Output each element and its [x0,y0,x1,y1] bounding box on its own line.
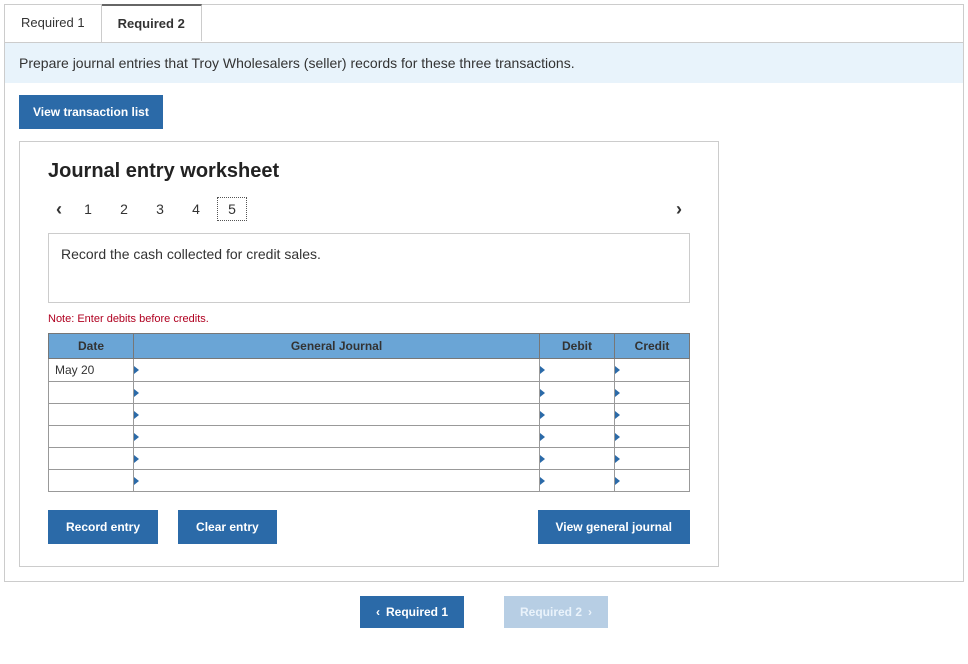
date-cell[interactable] [49,426,134,448]
tab-required-2[interactable]: Required 2 [102,4,202,41]
col-date: Date [49,334,134,359]
dropdown-icon [615,411,620,419]
credit-cell[interactable] [615,359,690,382]
journal-cell[interactable] [134,382,540,404]
credit-cell[interactable] [615,426,690,448]
dropdown-icon [540,366,545,374]
dropdown-icon [615,455,620,463]
journal-table: Date General Journal Debit Credit May 20 [48,333,690,492]
journal-cell[interactable] [134,359,540,382]
table-row [49,426,690,448]
journal-cell[interactable] [134,426,540,448]
date-cell[interactable] [49,470,134,492]
table-row [49,470,690,492]
dropdown-icon [134,433,139,441]
table-row: May 20 [49,359,690,382]
debit-cell[interactable] [540,382,615,404]
debit-cell[interactable] [540,470,615,492]
journal-cell[interactable] [134,404,540,426]
date-cell[interactable]: May 20 [49,359,134,382]
debit-cell[interactable] [540,448,615,470]
chevron-right-icon: › [588,605,592,619]
view-general-journal-button[interactable]: View general journal [538,510,690,544]
dropdown-icon [540,455,545,463]
dropdown-icon [540,477,545,485]
dropdown-icon [615,366,620,374]
dropdown-icon [134,455,139,463]
table-row [49,404,690,426]
nav-prev-label: Required 1 [386,605,448,619]
credit-cell[interactable] [615,470,690,492]
debit-cell[interactable] [540,404,615,426]
dropdown-icon [540,411,545,419]
worksheet-title: Journal entry worksheet [48,160,690,183]
debit-cell[interactable] [540,426,615,448]
credit-cell[interactable] [615,404,690,426]
date-cell[interactable] [49,382,134,404]
date-cell[interactable] [49,404,134,426]
credit-cell[interactable] [615,382,690,404]
pager-prev-icon[interactable]: ‹ [48,198,70,220]
date-cell[interactable] [49,448,134,470]
dropdown-icon [540,389,545,397]
dropdown-icon [134,411,139,419]
nav-next-button[interactable]: Required 2 › [504,596,608,628]
nav-prev-button[interactable]: ‹ Required 1 [360,596,464,628]
journal-worksheet: Journal entry worksheet ‹ 1 2 3 4 5 › Re… [19,141,719,567]
pager-page-5[interactable]: 5 [217,197,247,221]
pager-next-icon[interactable]: › [668,198,690,220]
dropdown-icon [134,477,139,485]
journal-cell[interactable] [134,470,540,492]
pager-page-1[interactable]: 1 [73,197,103,221]
tab-required-1[interactable]: Required 1 [5,5,102,42]
dropdown-icon [134,389,139,397]
view-transaction-list-button[interactable]: View transaction list [19,95,163,129]
dropdown-icon [615,433,620,441]
chevron-left-icon: ‹ [376,605,380,619]
table-row [49,382,690,404]
debit-cell[interactable] [540,359,615,382]
dropdown-icon [615,389,620,397]
pager-page-3[interactable]: 3 [145,197,175,221]
table-row [49,448,690,470]
entry-description: Record the cash collected for credit sal… [48,233,690,303]
pager-page-4[interactable]: 4 [181,197,211,221]
clear-entry-button[interactable]: Clear entry [178,510,277,544]
record-entry-button[interactable]: Record entry [48,510,158,544]
note-text: Note: Enter debits before credits. [48,313,690,325]
nav-next-label: Required 2 [520,605,582,619]
instruction-text: Prepare journal entries that Troy Wholes… [5,43,963,83]
col-credit: Credit [615,334,690,359]
dropdown-icon [615,477,620,485]
journal-cell[interactable] [134,448,540,470]
dropdown-icon [134,366,139,374]
pager-page-2[interactable]: 2 [109,197,139,221]
dropdown-icon [540,433,545,441]
col-journal: General Journal [134,334,540,359]
col-debit: Debit [540,334,615,359]
credit-cell[interactable] [615,448,690,470]
